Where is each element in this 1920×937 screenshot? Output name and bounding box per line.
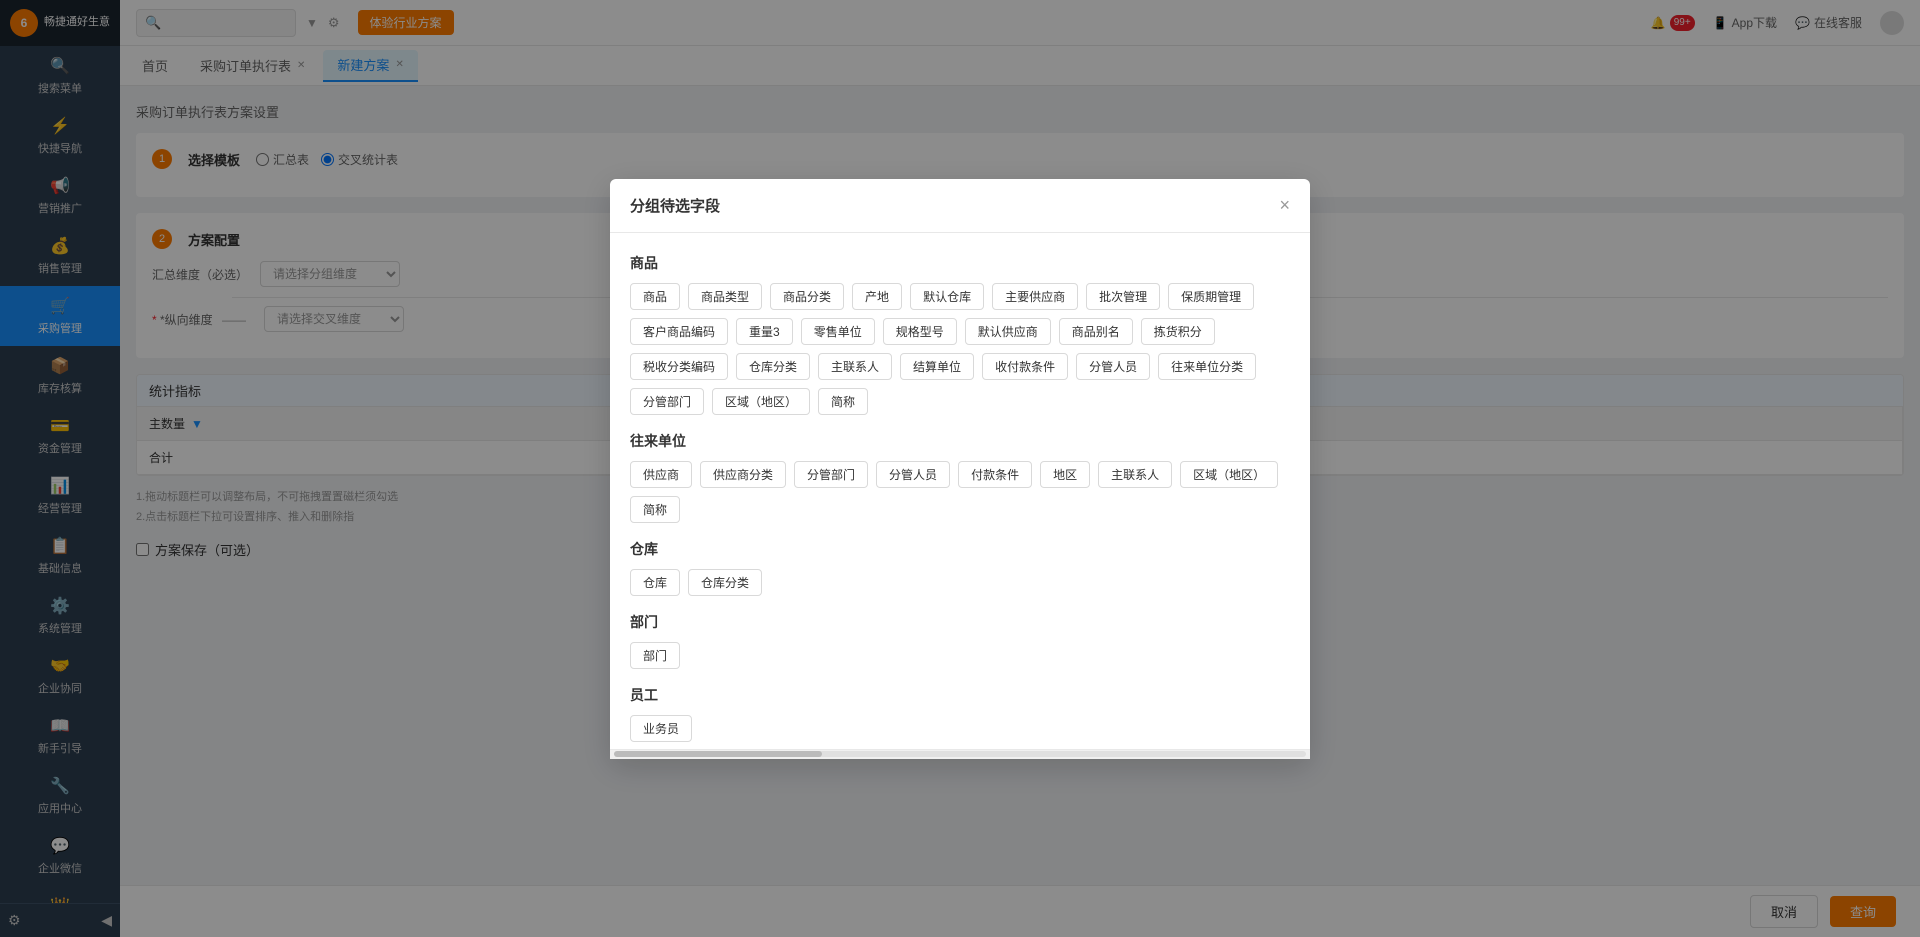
section-title-warehouse: 仓库: [630, 539, 1290, 559]
field-tag[interactable]: 供应商分类: [700, 461, 786, 488]
field-tag[interactable]: 供应商: [630, 461, 692, 488]
hscroll-thumb[interactable]: [614, 751, 822, 757]
section-title-staff: 员工: [630, 685, 1290, 705]
field-tag[interactable]: 往来单位分类: [1158, 353, 1256, 380]
field-tag[interactable]: 商品: [630, 283, 680, 310]
field-tag[interactable]: 简称: [818, 388, 868, 415]
modal-header: 分组待选字段 ×: [610, 179, 1310, 233]
field-tag[interactable]: 分管部门: [794, 461, 868, 488]
field-tag[interactable]: 商品类型: [688, 283, 762, 310]
field-tag[interactable]: 主联系人: [1098, 461, 1172, 488]
section-title-counterparty: 往来单位: [630, 431, 1290, 451]
field-tag[interactable]: 仓库: [630, 569, 680, 596]
modal-dialog: 分组待选字段 × 商品 商品 商品类型 商品分类 产地 默认仓库 主要供应商 批…: [610, 179, 1310, 759]
field-tag[interactable]: 简称: [630, 496, 680, 523]
field-tag[interactable]: 产地: [852, 283, 902, 310]
field-tag[interactable]: 区域（地区）: [712, 388, 810, 415]
field-tags-staff: 业务员: [630, 715, 1290, 742]
section-title-goods: 商品: [630, 253, 1290, 273]
modal-close-btn[interactable]: ×: [1279, 195, 1290, 216]
field-tag[interactable]: 地区: [1040, 461, 1090, 488]
field-tag[interactable]: 商品分类: [770, 283, 844, 310]
field-tags-dept: 部门: [630, 642, 1290, 669]
field-tag[interactable]: 规格型号: [883, 318, 957, 345]
field-tag[interactable]: 保质期管理: [1168, 283, 1254, 310]
field-tag[interactable]: 主联系人: [818, 353, 892, 380]
hscroll-track: [614, 751, 1306, 757]
field-tag[interactable]: 商品别名: [1059, 318, 1133, 345]
section-title-dept: 部门: [630, 612, 1290, 632]
field-tag[interactable]: 部门: [630, 642, 680, 669]
field-tag[interactable]: 税收分类编码: [630, 353, 728, 380]
field-tags-counterparty: 供应商 供应商分类 分管部门 分管人员 付款条件 地区 主联系人 区域（地区） …: [630, 461, 1290, 523]
field-tag[interactable]: 零售单位: [801, 318, 875, 345]
modal-hscrollbar[interactable]: [610, 749, 1310, 759]
field-tag[interactable]: 收付款条件: [982, 353, 1068, 380]
field-tag[interactable]: 分管人员: [1076, 353, 1150, 380]
modal-title: 分组待选字段: [630, 195, 720, 216]
field-tag[interactable]: 主要供应商: [992, 283, 1078, 310]
field-tag[interactable]: 重量3: [736, 318, 793, 345]
field-tag[interactable]: 拣货积分: [1141, 318, 1215, 345]
field-tags-goods: 商品 商品类型 商品分类 产地 默认仓库 主要供应商 批次管理 保质期管理 客户…: [630, 283, 1290, 415]
field-tag[interactable]: 客户商品编码: [630, 318, 728, 345]
field-tag[interactable]: 默认仓库: [910, 283, 984, 310]
field-tag[interactable]: 仓库分类: [736, 353, 810, 380]
field-tag[interactable]: 分管人员: [876, 461, 950, 488]
field-tag[interactable]: 仓库分类: [688, 569, 762, 596]
field-tag[interactable]: 默认供应商: [965, 318, 1051, 345]
field-tag[interactable]: 批次管理: [1086, 283, 1160, 310]
modal-overlay[interactable]: 分组待选字段 × 商品 商品 商品类型 商品分类 产地 默认仓库 主要供应商 批…: [0, 0, 1920, 937]
field-tag[interactable]: 付款条件: [958, 461, 1032, 488]
field-tag[interactable]: 分管部门: [630, 388, 704, 415]
field-tag[interactable]: 结算单位: [900, 353, 974, 380]
field-tag[interactable]: 业务员: [630, 715, 692, 742]
modal-body: 商品 商品 商品类型 商品分类 产地 默认仓库 主要供应商 批次管理 保质期管理…: [610, 233, 1310, 749]
field-tags-warehouse: 仓库 仓库分类: [630, 569, 1290, 596]
field-tag[interactable]: 区域（地区）: [1180, 461, 1278, 488]
